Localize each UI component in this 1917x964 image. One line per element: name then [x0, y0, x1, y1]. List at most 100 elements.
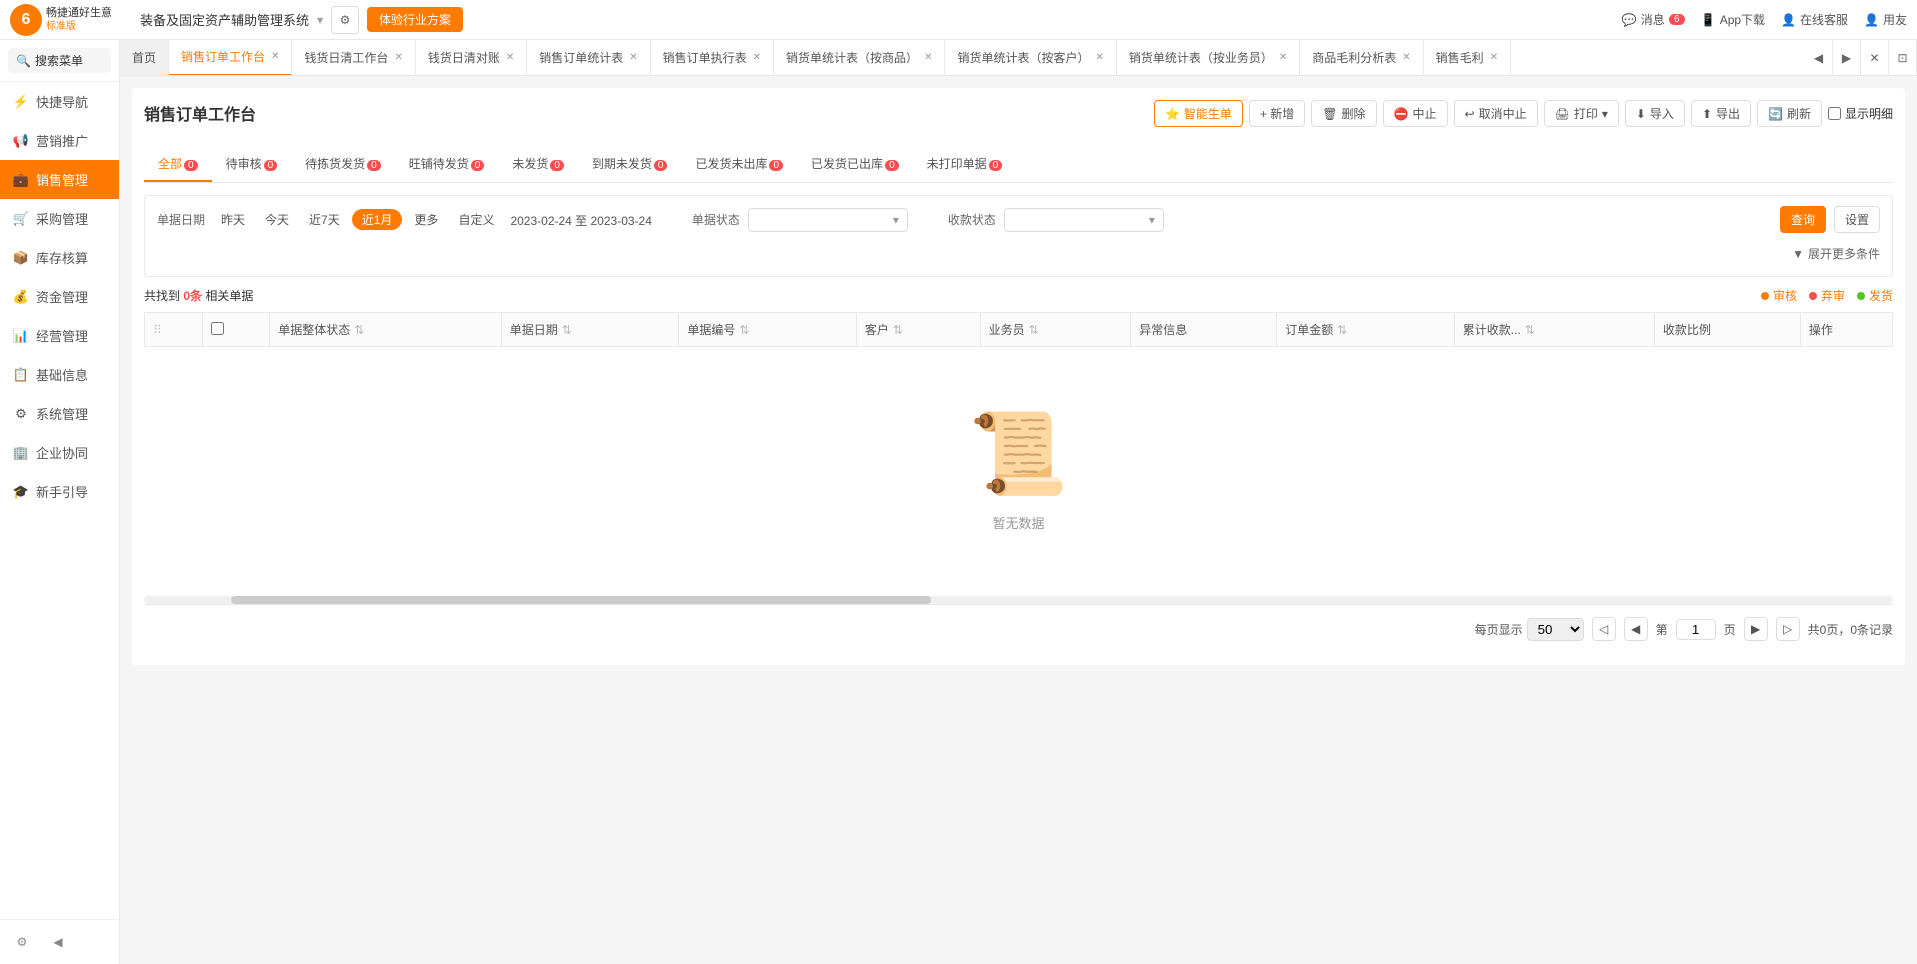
tab-close-sales-order-exec[interactable]: ✕	[753, 52, 761, 63]
app-download-button[interactable]: 📱 App下载	[1701, 11, 1765, 28]
user-menu-button[interactable]: 👤 用友	[1864, 11, 1907, 28]
status-label: 单据状态	[692, 211, 740, 228]
sidebar-item-inventory[interactable]: 📦库存核算	[0, 238, 119, 277]
sidebar-item-guide[interactable]: 🎓新手引导	[0, 472, 119, 511]
tab-sales-order-workbench[interactable]: 销售订单工作台✕	[169, 40, 292, 76]
print-button[interactable]: 🖨 打印 ▾	[1544, 100, 1619, 127]
date-option-更多[interactable]: 更多	[406, 209, 446, 230]
purchase-icon: 🛒	[12, 210, 30, 228]
show-detail-toggle[interactable]: 显示明细	[1828, 105, 1893, 122]
payment-select[interactable]: ▾	[1004, 208, 1164, 232]
cancel-review-action-button[interactable]: 弃审	[1809, 287, 1845, 304]
title-dropdown-icon[interactable]: ▾	[317, 13, 323, 27]
search-button[interactable]: 查询	[1780, 206, 1826, 233]
tab-cash-reconcile[interactable]: 钱货日清对账✕	[416, 40, 527, 76]
tab-sales-stats-by-customer[interactable]: 销货单统计表（按客户）✕	[945, 40, 1116, 76]
stop-button[interactable]: ⛔ 中止	[1383, 100, 1448, 127]
sidebar-item-purchase[interactable]: 🛒采购管理	[0, 199, 119, 238]
review-action-button[interactable]: 审核	[1761, 287, 1797, 304]
sidebar-search-button[interactable]: 🔍 搜索菜单	[8, 48, 111, 73]
sub-tab-shipped-not-out[interactable]: 已发货未出库0	[681, 147, 797, 182]
tab-close-product-profit[interactable]: ✕	[1402, 52, 1410, 63]
industry-solution-button[interactable]: 体验行业方案	[367, 7, 463, 32]
tab-close-sales-order-stats[interactable]: ✕	[629, 52, 637, 63]
import-button[interactable]: ⬇ 导入	[1625, 100, 1685, 127]
online-service-button[interactable]: 👤 在线客服	[1781, 11, 1848, 28]
sidebar-item-quick-nav[interactable]: ⚡快捷导航	[0, 82, 119, 121]
ship-action-button[interactable]: 发货	[1857, 287, 1893, 304]
sub-tab-not-printed[interactable]: 未打印单据0	[913, 147, 1017, 182]
gear-button[interactable]: ⚙	[331, 6, 359, 34]
column-header-amount[interactable]: 订单金额⇅	[1277, 313, 1455, 347]
tab-label-sales-stats-by-product: 销货单统计表（按商品）	[786, 49, 918, 66]
column-header-received[interactable]: 累计收款...⇅	[1454, 313, 1654, 347]
smart-create-button[interactable]: ⭐ 智能生单	[1154, 100, 1243, 127]
sub-tab-not-shipped[interactable]: 未发货0	[498, 147, 578, 182]
status-select[interactable]: ▾	[748, 208, 908, 232]
tab-sales-stats-by-staff[interactable]: 销货单统计表（按业务员）✕	[1117, 40, 1300, 76]
tab-close-sales-order-workbench[interactable]: ✕	[271, 51, 279, 62]
tab-product-profit[interactable]: 商品毛利分析表✕	[1300, 40, 1423, 76]
tab-close-sales-stats-by-customer[interactable]: ✕	[1095, 52, 1103, 63]
messages-button[interactable]: 💬 消息 6	[1622, 11, 1685, 28]
sidebar-item-finance[interactable]: 💰资金管理	[0, 277, 119, 316]
first-page-button[interactable]: ◁	[1592, 617, 1616, 641]
sidebar-item-basic-info[interactable]: 📋基础信息	[0, 355, 119, 394]
tab-close-sales-stats-by-product[interactable]: ✕	[924, 52, 932, 63]
tab-close-sales-stats-by-staff[interactable]: ✕	[1279, 52, 1287, 63]
next-page-button[interactable]: ▶	[1744, 617, 1768, 641]
last-page-button[interactable]: ▷	[1776, 617, 1800, 641]
sub-tab-expired-not-shipped[interactable]: 到期未发货0	[578, 147, 682, 182]
sub-tab-shipped-out[interactable]: 已发货已出库0	[797, 147, 913, 182]
export-button[interactable]: ⬆ 导出	[1691, 100, 1751, 127]
refresh-button[interactable]: 🔄 刷新	[1757, 100, 1822, 127]
expand-filter-button[interactable]: ▼ 展开更多条件	[1792, 245, 1880, 262]
tab-sales-profit[interactable]: 销售毛利✕	[1424, 40, 1511, 76]
sub-tab-wangpu-pending[interactable]: 旺铺待发货0	[395, 147, 499, 182]
column-header-customer[interactable]: 客户⇅	[856, 313, 980, 347]
online-service-label: 在线客服	[1800, 11, 1848, 28]
tab-expand-button[interactable]: ⊡	[1889, 40, 1917, 76]
date-option-昨天[interactable]: 昨天	[213, 209, 253, 230]
column-header-staff[interactable]: 业务员⇅	[980, 313, 1131, 347]
page-number-input[interactable]	[1676, 619, 1716, 640]
tab-sales-stats-by-product[interactable]: 销货单统计表（按商品） ✕	[774, 40, 945, 76]
tab-sales-order-exec[interactable]: 销售订单执行表✕	[651, 40, 774, 76]
tab-home[interactable]: 首页	[120, 40, 169, 76]
column-header-status[interactable]: 单据整体状态⇅	[270, 313, 501, 347]
date-option-今天[interactable]: 今天	[257, 209, 297, 230]
settings-button[interactable]: 设置	[1834, 206, 1880, 233]
sub-tab-pending-inspect[interactable]: 待拣货发货0	[291, 147, 395, 182]
date-option-近7天[interactable]: 近7天	[301, 209, 348, 230]
delete-button[interactable]: 🗑 删除	[1311, 100, 1376, 127]
prev-page-button[interactable]: ◀	[1624, 617, 1648, 641]
scrollbar-thumb[interactable]	[231, 596, 931, 604]
add-button[interactable]: + 新增	[1249, 100, 1305, 127]
show-detail-checkbox[interactable]	[1828, 107, 1841, 120]
page-size-select[interactable]: 50 10 20 100	[1527, 618, 1584, 641]
tab-close-cash-reconcile[interactable]: ✕	[506, 52, 514, 63]
horizontal-scrollbar[interactable]	[144, 596, 1893, 604]
sub-tab-pending-review[interactable]: 待审核0	[212, 147, 292, 182]
sidebar-item-marketing[interactable]: 📢营销推广	[0, 121, 119, 160]
date-option-自定义[interactable]: 自定义	[450, 209, 502, 230]
sidebar-item-sales[interactable]: 💼销售管理	[0, 160, 119, 199]
date-option-近1月[interactable]: 近1月	[352, 209, 403, 230]
cancel-stop-button[interactable]: ↩ 取消中止	[1454, 100, 1538, 127]
sub-tab-all[interactable]: 全部0	[144, 147, 212, 182]
sidebar-settings-button[interactable]: ⚙	[8, 928, 36, 956]
sidebar-item-enterprise[interactable]: 🏢企业协同	[0, 433, 119, 472]
tab-next-button[interactable]: ▶	[1833, 40, 1861, 76]
tab-close-cash-daily[interactable]: ✕	[394, 52, 402, 63]
sidebar-collapse-button[interactable]: ◀	[44, 928, 72, 956]
tab-close-all-button[interactable]: ✕	[1861, 40, 1889, 76]
select-all-checkbox[interactable]	[211, 322, 224, 335]
sidebar-item-system[interactable]: ⚙系统管理	[0, 394, 119, 433]
column-header-number[interactable]: 单据编号⇅	[679, 313, 857, 347]
tab-cash-daily[interactable]: 钱货日清工作台✕	[292, 40, 415, 76]
tab-close-sales-profit[interactable]: ✕	[1490, 52, 1498, 63]
sidebar-item-operations[interactable]: 📊经营管理	[0, 316, 119, 355]
tab-sales-order-stats[interactable]: 销售订单统计表✕	[527, 40, 650, 76]
column-header-date[interactable]: 单据日期⇅	[501, 313, 679, 347]
tab-prev-button[interactable]: ◀	[1805, 40, 1833, 76]
